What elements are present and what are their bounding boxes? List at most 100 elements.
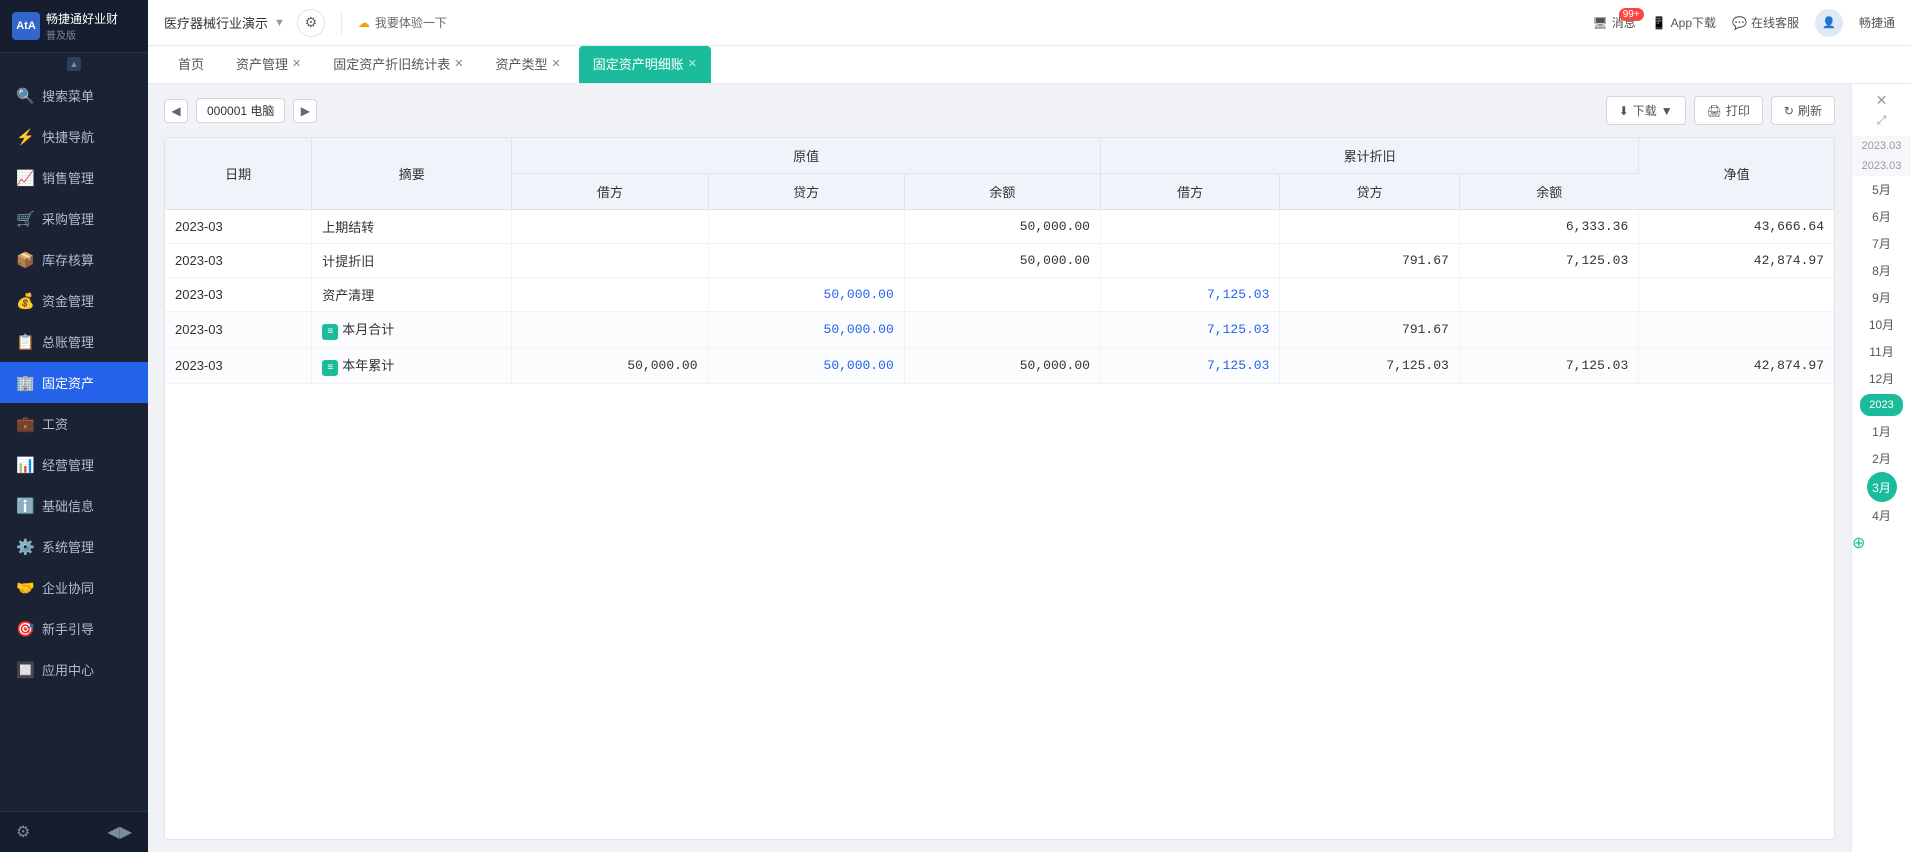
timeline-month-2[interactable]: 2月 bbox=[1852, 445, 1911, 472]
timeline-month-4[interactable]: 4月 bbox=[1852, 502, 1911, 529]
cell-dep-credit: 791.67 bbox=[1280, 244, 1459, 278]
tab-depreciation-report-close[interactable]: ✕ bbox=[454, 57, 463, 70]
company-selector[interactable]: 医疗器械行业演示 ▼ bbox=[164, 13, 285, 32]
sidebar-item-payroll[interactable]: 💼 工资 bbox=[0, 403, 148, 444]
sidebar-item-apps[interactable]: 🔲 应用中心 bbox=[0, 649, 148, 690]
print-icon: 🖨 bbox=[1707, 104, 1722, 118]
sidebar-item-ledger[interactable]: 📋 总账管理 bbox=[0, 321, 148, 362]
tabs-bar: 首页 资产管理 ✕ 固定资产折旧统计表 ✕ 资产类型 ✕ 固定资产明细账 ✕ bbox=[148, 46, 1911, 84]
user-avatar[interactable]: 👤 bbox=[1815, 9, 1843, 37]
inventory-icon: 📦 bbox=[16, 251, 34, 269]
cell-date: 2023-03 bbox=[165, 210, 312, 244]
purchase-icon: 🛒 bbox=[16, 210, 34, 228]
app-download-button[interactable]: 📱 App下载 bbox=[1652, 14, 1716, 31]
refresh-button[interactable]: ↻ 刷新 bbox=[1771, 96, 1835, 125]
notifications-button[interactable]: 🖥 消息 99+ bbox=[1592, 14, 1635, 31]
cell-summary: ≡本年累计 bbox=[312, 348, 512, 384]
download-label: 下载 bbox=[1633, 102, 1657, 119]
funds-icon: 💰 bbox=[16, 292, 34, 310]
tab-asset-management-close[interactable]: ✕ bbox=[292, 57, 301, 70]
cell-date: 2023-03 bbox=[165, 348, 312, 384]
timeline-month-3-active[interactable]: 3月 bbox=[1867, 472, 1897, 502]
cell-orig-balance bbox=[904, 278, 1100, 312]
apps-icon: 🔲 bbox=[16, 661, 34, 679]
timeline-year-badge: 2023 bbox=[1860, 394, 1903, 416]
tab-asset-detail[interactable]: 固定资产明细账 ✕ bbox=[579, 46, 711, 83]
sidebar-item-operations[interactable]: 📊 经营管理 bbox=[0, 444, 148, 485]
quicknav-icon: ⚡ bbox=[16, 128, 34, 146]
timeline-month-12[interactable]: 12月 bbox=[1852, 365, 1911, 392]
sidebar-item-collab[interactable]: 🤝 企业协同 bbox=[0, 567, 148, 608]
tab-asset-type-close[interactable]: ✕ bbox=[552, 57, 561, 70]
collapse-icon[interactable]: ◀▶ bbox=[107, 822, 132, 842]
tab-home[interactable]: 首页 bbox=[164, 46, 218, 83]
print-button[interactable]: 🖨 打印 bbox=[1694, 96, 1763, 125]
sidebar-item-purchase[interactable]: 🛒 采购管理 bbox=[0, 198, 148, 239]
sidebar-item-system[interactable]: ⚙️ 系统管理 bbox=[0, 526, 148, 567]
cell-net-value: 42,874.97 bbox=[1639, 244, 1834, 278]
sidebar-item-search[interactable]: 🔍 搜索菜单 bbox=[0, 75, 148, 116]
sidebar-item-guide[interactable]: 🎯 新手引导 bbox=[0, 608, 148, 649]
user-name[interactable]: 畅捷通 bbox=[1859, 14, 1895, 31]
sidebar-item-inventory-label: 库存核算 bbox=[42, 250, 94, 269]
main-area: 医疗器械行业演示 ▼ ⚙ ☁ 我要体验一下 🖥 消息 99+ 📱 App下载 💬… bbox=[148, 0, 1911, 852]
sidebar-item-sales[interactable]: 📈 销售管理 bbox=[0, 157, 148, 198]
table-row: 2023-03 ≡本月合计 50,000.00 7,125.03 791.67 bbox=[165, 312, 1834, 348]
tab-asset-type[interactable]: 资产类型 ✕ bbox=[481, 46, 574, 83]
timeline-month-7[interactable]: 7月 bbox=[1852, 230, 1911, 257]
settings-bottom-icon[interactable]: ⚙ bbox=[16, 822, 30, 842]
tab-asset-management[interactable]: 资产管理 ✕ bbox=[222, 46, 315, 83]
panel-expand-button[interactable]: ⤢ bbox=[1877, 113, 1887, 128]
panel-close-button[interactable]: ✕ bbox=[1876, 92, 1888, 109]
cell-orig-balance: 50,000.00 bbox=[904, 244, 1100, 278]
cell-orig-credit: 50,000.00 bbox=[708, 312, 904, 348]
sidebar-item-fixedassets[interactable]: 🏢 固定资产 bbox=[0, 362, 148, 403]
sidebar-item-quicknav[interactable]: ⚡ 快捷导航 bbox=[0, 116, 148, 157]
timeline-month-9[interactable]: 9月 bbox=[1852, 284, 1911, 311]
download-button[interactable]: ⬇ 下载 ▼ bbox=[1606, 96, 1686, 125]
sidebar-item-apps-label: 应用中心 bbox=[42, 660, 94, 679]
sidebar-item-inventory[interactable]: 📦 库存核算 bbox=[0, 239, 148, 280]
cell-orig-debit bbox=[512, 210, 708, 244]
cell-dep-debit bbox=[1100, 210, 1279, 244]
experience-button[interactable]: ☁ 我要体验一下 bbox=[358, 14, 447, 31]
timeline-scroll-down-icon[interactable]: ⊕ bbox=[1852, 533, 1911, 553]
tab-asset-detail-close[interactable]: ✕ bbox=[688, 57, 697, 70]
next-record-button[interactable]: ▶ bbox=[293, 99, 317, 123]
timeline-month-11[interactable]: 11月 bbox=[1852, 338, 1911, 365]
col-depreciation-group: 累计折旧 bbox=[1100, 138, 1638, 174]
payroll-icon: 💼 bbox=[16, 415, 34, 433]
cell-orig-credit bbox=[708, 244, 904, 278]
timeline-month-10[interactable]: 10月 bbox=[1852, 311, 1911, 338]
col-date: 日期 bbox=[165, 138, 312, 210]
company-settings-button[interactable]: ⚙ bbox=[297, 9, 325, 37]
col-summary: 摘要 bbox=[312, 138, 512, 210]
tab-depreciation-report-label: 固定资产折旧统计表 bbox=[333, 54, 450, 73]
tab-depreciation-report[interactable]: 固定资产折旧统计表 ✕ bbox=[319, 46, 477, 83]
summary-icon: ≡ bbox=[322, 360, 338, 376]
scroll-up-button[interactable]: ▲ bbox=[67, 57, 81, 71]
customer-service-button[interactable]: 💬 在线客服 bbox=[1732, 14, 1799, 31]
basicinfo-icon: ℹ️ bbox=[16, 497, 34, 515]
ledger-icon: 📋 bbox=[16, 333, 34, 351]
cell-dep-credit: 791.67 bbox=[1280, 312, 1459, 348]
timeline-month-5[interactable]: 5月 bbox=[1852, 176, 1911, 203]
sidebar-menu: 🔍 搜索菜单 ⚡ 快捷导航 📈 销售管理 🛒 采购管理 📦 库存核算 💰 资金管… bbox=[0, 75, 148, 811]
col-original-group: 原值 bbox=[512, 138, 1101, 174]
sidebar-item-funds[interactable]: 💰 资金管理 bbox=[0, 280, 148, 321]
cell-orig-debit bbox=[512, 312, 708, 348]
prev-record-button[interactable]: ◀ bbox=[164, 99, 188, 123]
operations-icon: 📊 bbox=[16, 456, 34, 474]
company-chevron-icon: ▼ bbox=[274, 17, 285, 29]
fixedassets-icon: 🏢 bbox=[16, 374, 34, 392]
timeline-month-6[interactable]: 6月 bbox=[1852, 203, 1911, 230]
timeline-month-8[interactable]: 8月 bbox=[1852, 257, 1911, 284]
timeline-month-1[interactable]: 1月 bbox=[1852, 418, 1911, 445]
cell-dep-debit: 7,125.03 bbox=[1100, 348, 1279, 384]
topbar: 医疗器械行业演示 ▼ ⚙ ☁ 我要体验一下 🖥 消息 99+ 📱 App下载 💬… bbox=[148, 0, 1911, 46]
sidebar-item-basicinfo[interactable]: ℹ️ 基础信息 bbox=[0, 485, 148, 526]
col-dep-balance: 余额 bbox=[1459, 174, 1638, 210]
notifications-badge: 99+ bbox=[1619, 8, 1644, 21]
cell-net-value: 42,874.97 bbox=[1639, 348, 1834, 384]
refresh-label: 刷新 bbox=[1798, 102, 1822, 119]
